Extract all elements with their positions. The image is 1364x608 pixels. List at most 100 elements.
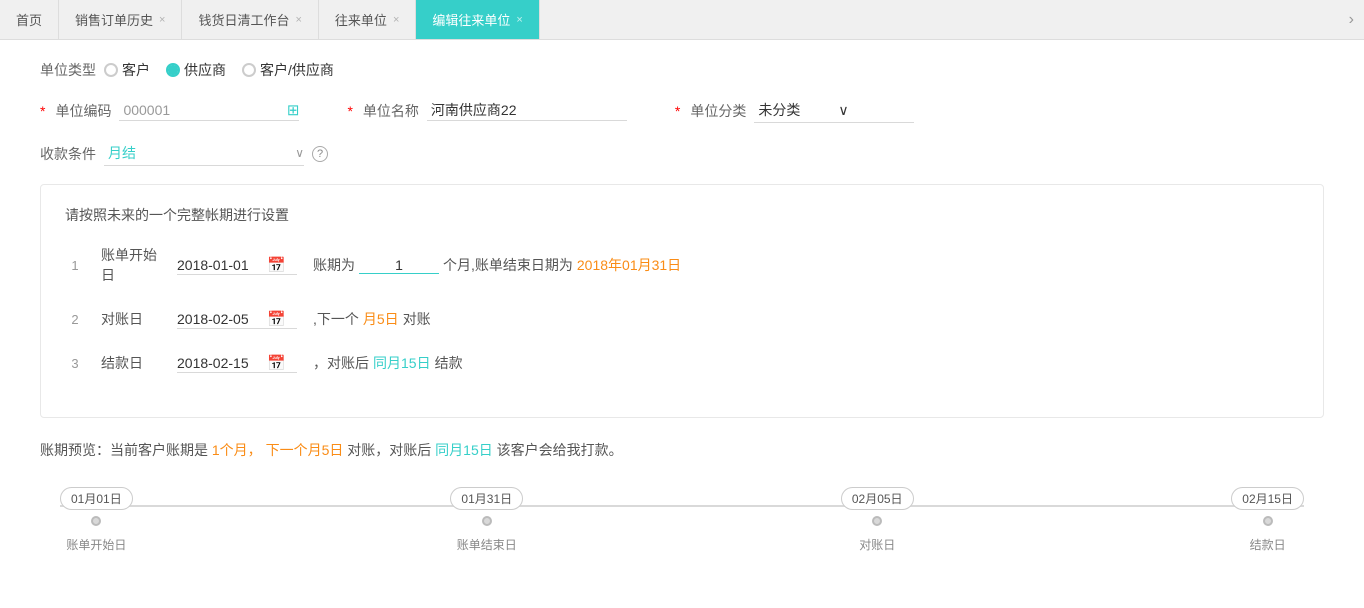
payment-date-input[interactable] — [177, 355, 267, 371]
unit-category-select[interactable]: 未分类 ∨ — [754, 98, 914, 123]
reconcile-date-input[interactable] — [177, 311, 267, 327]
period-row-2: 2 对账日 📅 ,下一个 月5日 对账 — [65, 309, 1299, 329]
close-icon[interactable]: × — [393, 14, 399, 26]
unit-type-row: 单位类型 客户 供应商 客户/供应商 — [40, 60, 1324, 80]
tabs-expand-button[interactable]: › — [1339, 11, 1364, 29]
period-row-1: 1 账单开始日 📅 账期为 个月,账单结束日期为 2018年01月31日 — [65, 245, 1299, 285]
period-desc-2: ,下一个 月5日 对账 — [313, 309, 431, 329]
required-star-name: * — [347, 103, 352, 119]
tab-partner[interactable]: 往来单位 × — [319, 0, 416, 39]
desc-prefix-2: ,下一个 — [313, 309, 359, 329]
desc-suffix-2: 对账 — [403, 309, 431, 329]
timeline-date-3: 02月05日 — [841, 487, 914, 510]
unit-code-input-wrapper: ⊞ — [119, 100, 299, 121]
payment-condition-label: 收款条件 — [40, 144, 96, 164]
preview-part2: 下一个月5日 — [266, 442, 344, 458]
radio-label-customer: 客户 — [122, 60, 150, 80]
period-settings-box: 请按照未来的一个完整帐期进行设置 1 账单开始日 📅 账期为 个月,账单结束日期… — [40, 184, 1324, 418]
tab-sales-history-label: 销售订单历史 — [75, 10, 153, 29]
unit-name-input[interactable] — [427, 100, 627, 121]
close-icon[interactable]: × — [516, 14, 522, 26]
tab-partner-label: 往来单位 — [335, 10, 387, 29]
reconcile-date-input-group: 📅 — [177, 310, 297, 329]
radio-both[interactable]: 客户/供应商 — [242, 60, 334, 80]
timeline-container: 01月01日 账单开始日 01月31日 账单结束日 02月05日 对账日 02月… — [40, 487, 1324, 553]
period-field-label-2: 对账日 — [101, 309, 161, 329]
preview-part3: 同月15日 — [435, 442, 493, 458]
timeline-dot-2 — [482, 516, 492, 526]
timeline-date-1: 01月01日 — [60, 487, 133, 510]
payment-date-input-group: 📅 — [177, 354, 297, 373]
unit-name-group: * 单位名称 — [347, 100, 626, 121]
radio-supplier[interactable]: 供应商 — [166, 60, 226, 80]
unit-category-group: * 单位分类 未分类 ∨ — [675, 98, 914, 123]
start-date-input-group: 📅 — [177, 256, 297, 275]
desc-prefix-3: ，对账后 — [313, 353, 369, 373]
timeline-label-1: 账单开始日 — [66, 536, 126, 553]
timeline-label-2: 账单结束日 — [457, 536, 517, 553]
unit-name-label: 单位名称 — [363, 101, 419, 121]
desc-prefix-1: 账期为 — [313, 255, 355, 275]
payment-condition-select[interactable]: 月结 ∨ — [104, 141, 304, 166]
unit-code-group: * 单位编码 ⊞ — [40, 100, 299, 121]
tab-edit-partner-label: 编辑往来单位 — [432, 10, 510, 29]
radio-customer[interactable]: 客户 — [104, 60, 150, 80]
period-num-3: 3 — [65, 356, 85, 371]
tab-home-label: 首页 — [16, 10, 42, 29]
tabs-bar: 首页 销售订单历史 × 钱货日清工作台 × 往来单位 × 编辑往来单位 × › — [0, 0, 1364, 40]
radio-label-both: 客户/供应商 — [260, 60, 334, 80]
tab-cashflow[interactable]: 钱货日清工作台 × — [182, 0, 318, 39]
timeline-dot-3 — [872, 516, 882, 526]
radio-circle-customer — [104, 63, 118, 77]
chevron-down-icon-payment: ∨ — [295, 146, 304, 160]
preview-prefix: 账期预览：当前客户账期是 — [40, 442, 208, 458]
period-box-title: 请按照未来的一个完整帐期进行设置 — [65, 205, 1299, 225]
tab-sales-history[interactable]: 销售订单历史 × — [59, 0, 182, 39]
preview-middle: 对账，对账后 — [347, 442, 431, 458]
timeline-label-4: 结款日 — [1250, 536, 1286, 553]
desc-suffix-partial-1: 个月,账单结束日期为 — [443, 255, 573, 275]
period-num-input[interactable] — [359, 257, 439, 274]
radio-circle-both — [242, 63, 256, 77]
period-preview: 账期预览：当前客户账期是 1个月， 下一个月5日 对账，对账后 同月15日 该客… — [40, 438, 1324, 463]
tab-cashflow-label: 钱货日清工作台 — [198, 10, 289, 29]
period-num-1: 1 — [65, 258, 85, 273]
period-field-label-3: 结款日 — [101, 353, 161, 373]
period-desc-1: 账期为 个月,账单结束日期为 2018年01月31日 — [313, 255, 681, 275]
calendar-icon-3[interactable]: 📅 — [267, 354, 286, 372]
period-row-3: 3 结款日 📅 ，对账后 同月15日 结款 — [65, 353, 1299, 373]
highlight-text-2: 月5日 — [363, 309, 399, 329]
required-star: * — [40, 103, 45, 119]
highlight-text-3: 同月15日 — [373, 353, 431, 373]
period-field-label-1: 账单开始日 — [101, 245, 161, 285]
timeline-points: 01月01日 账单开始日 01月31日 账单结束日 02月05日 对账日 02月… — [60, 487, 1304, 553]
unit-code-input[interactable] — [119, 100, 286, 120]
payment-condition-value: 月结 — [104, 141, 295, 165]
period-desc-3: ，对账后 同月15日 结款 — [313, 353, 463, 373]
period-num-2: 2 — [65, 312, 85, 327]
unit-fields-row: * 单位编码 ⊞ * 单位名称 * 单位分类 未分类 ∨ — [40, 98, 1324, 123]
timeline-point-1: 01月01日 账单开始日 — [60, 487, 133, 553]
radio-circle-supplier — [166, 63, 180, 77]
timeline-point-3: 02月05日 对账日 — [841, 487, 914, 553]
main-content: 单位类型 客户 供应商 客户/供应商 * 单位编码 ⊞ — [0, 40, 1364, 608]
timeline-point-4: 02月15日 结款日 — [1231, 487, 1304, 553]
radio-label-supplier: 供应商 — [184, 60, 226, 80]
timeline-label-3: 对账日 — [859, 536, 895, 553]
preview-part1: 1个月， — [212, 442, 262, 458]
unit-code-label: 单位编码 — [55, 101, 111, 121]
help-icon[interactable]: ? — [312, 146, 328, 162]
tab-home[interactable]: 首页 — [0, 0, 59, 39]
timeline-date-4: 02月15日 — [1231, 487, 1304, 510]
start-date-input[interactable] — [177, 257, 267, 273]
timeline-dot-4 — [1263, 516, 1273, 526]
close-icon[interactable]: × — [159, 14, 165, 26]
calendar-icon-1[interactable]: 📅 — [267, 256, 286, 274]
copy-icon[interactable]: ⊞ — [287, 101, 300, 119]
tab-edit-partner[interactable]: 编辑往来单位 × — [416, 0, 539, 39]
timeline-date-2: 01月31日 — [450, 487, 523, 510]
close-icon[interactable]: × — [295, 14, 301, 26]
calendar-icon-2[interactable]: 📅 — [267, 310, 286, 328]
unit-category-label: 单位分类 — [690, 101, 746, 121]
payment-condition-row: 收款条件 月结 ∨ ? — [40, 141, 1324, 166]
